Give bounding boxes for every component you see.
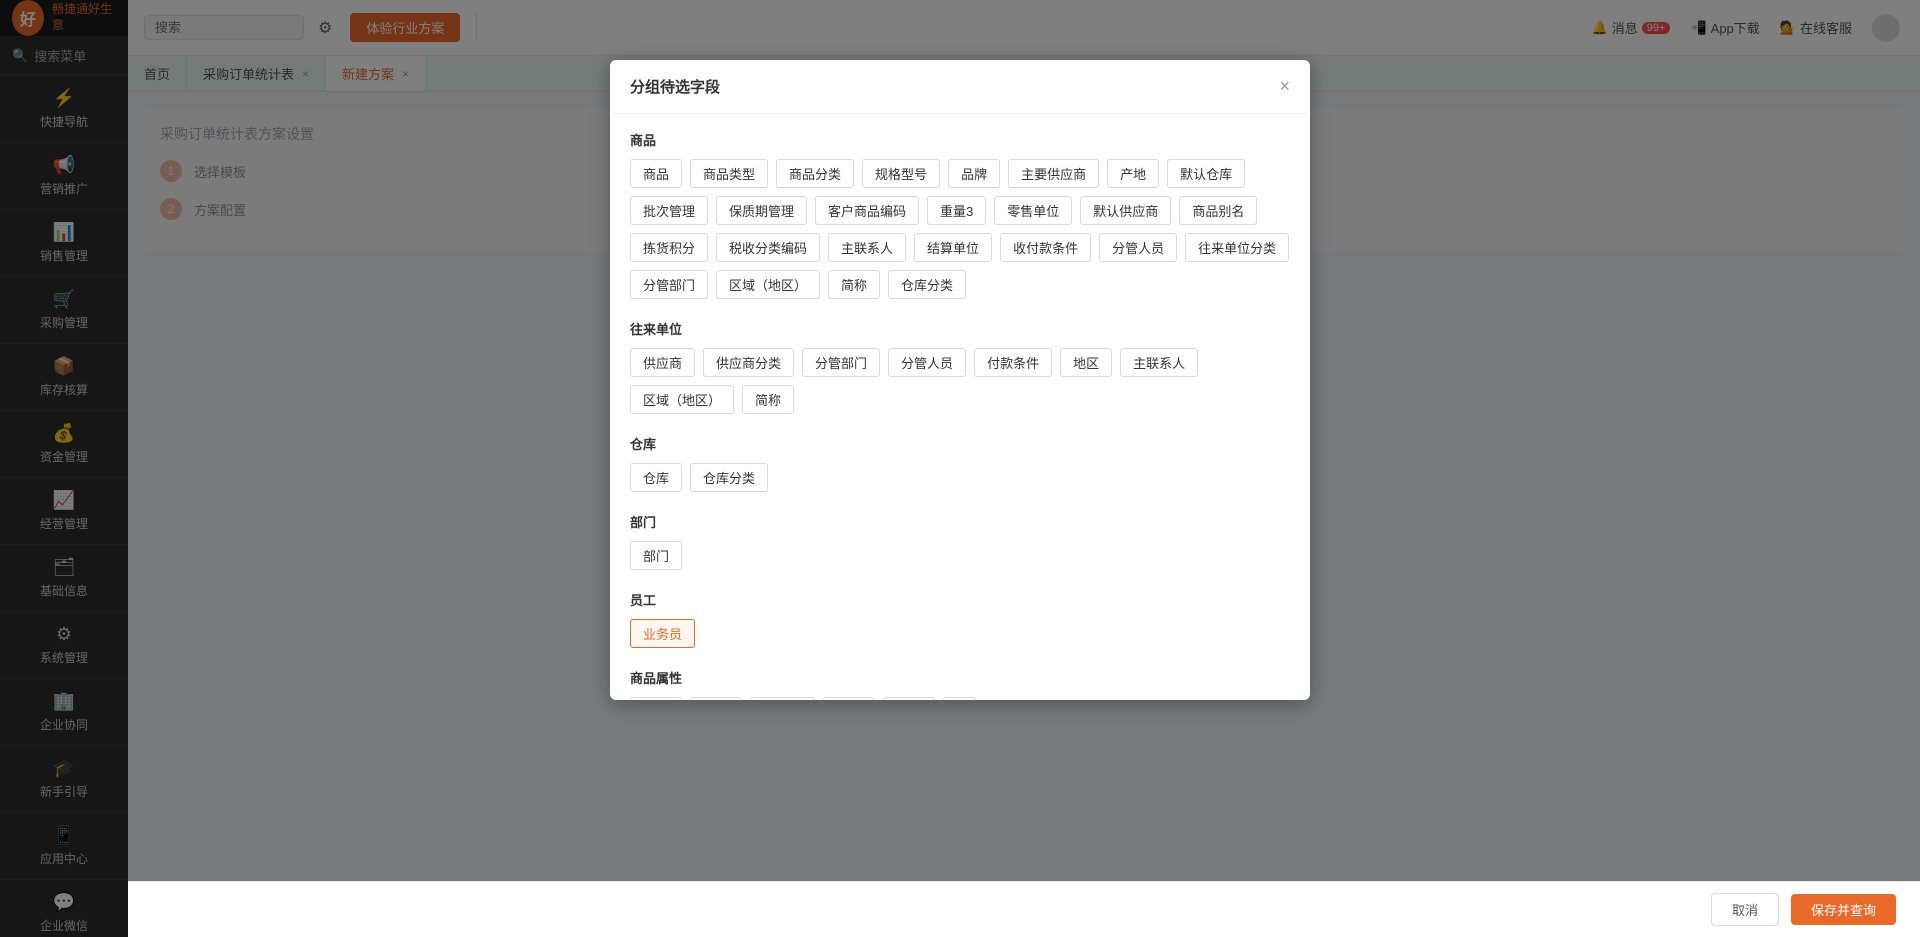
field-tag-main-contact[interactable]: 主联系人	[828, 233, 906, 262]
field-tag-warehouse[interactable]: 仓库	[630, 463, 682, 492]
field-tag-product-category[interactable]: 商品分类	[776, 159, 854, 188]
field-section-staff: 员工业务员	[630, 590, 1290, 648]
field-tag-region2[interactable]: 地区	[1060, 348, 1112, 377]
modal-close-button[interactable]: ×	[1279, 76, 1290, 97]
field-tag-multi-spec[interactable]: 多规格	[750, 697, 815, 700]
field-tag-region-area[interactable]: 区域（地区）	[630, 385, 734, 414]
field-tag-payment-cond[interactable]: 付款条件	[974, 348, 1052, 377]
field-tags-product-attr: 属性 颜色 多规格 尺码 鞋码 1	[630, 697, 1290, 700]
field-tag-expiry-management[interactable]: 保质期管理	[716, 196, 807, 225]
field-tag-supplier[interactable]: 供应商	[630, 348, 695, 377]
modal-overlay: 分组待选字段 × 商品商品商品类型商品分类规格型号品牌主要供应商产地默认仓库批次…	[0, 0, 1920, 937]
field-tag-batch-management[interactable]: 批次管理	[630, 196, 708, 225]
field-tag-main-contact2[interactable]: 主联系人	[1120, 348, 1198, 377]
field-tag-dept3[interactable]: 部门	[630, 541, 682, 570]
field-tag-default-warehouse[interactable]: 默认仓库	[1167, 159, 1245, 188]
field-tag-attribute[interactable]: 属性	[630, 697, 682, 700]
field-tag-source-unit-category[interactable]: 往来单位分类	[1185, 233, 1289, 262]
field-tag-weight3[interactable]: 重量3	[927, 196, 986, 225]
field-tags-counterpart: 供应商供应商分类分管部门分管人员付款条件地区主联系人区域（地区） 简称	[630, 348, 1290, 414]
field-section-title-staff: 员工	[630, 590, 1290, 609]
field-section-product: 商品商品商品类型商品分类规格型号品牌主要供应商产地默认仓库批次管理保质期管理客户…	[630, 130, 1290, 299]
modal-dialog: 分组待选字段 × 商品商品商品类型商品分类规格型号品牌主要供应商产地默认仓库批次…	[610, 60, 1310, 700]
modal-body: 商品商品商品类型商品分类规格型号品牌主要供应商产地默认仓库批次管理保质期管理客户…	[610, 114, 1310, 700]
field-tag-tax-code[interactable]: 税收分类编码	[716, 233, 820, 262]
field-section-title-warehouse: 仓库	[630, 434, 1290, 453]
cancel-button[interactable]: 取消	[1711, 893, 1779, 926]
field-tag-manager2[interactable]: 分管人员	[888, 348, 966, 377]
field-tag-retail-unit[interactable]: 零售单位	[994, 196, 1072, 225]
field-tag-dept[interactable]: 分管部门	[630, 270, 708, 299]
field-tag-supplier-category[interactable]: 供应商分类	[703, 348, 794, 377]
field-tag-color[interactable]: 颜色	[690, 697, 742, 700]
field-tag-dept2[interactable]: 分管部门	[802, 348, 880, 377]
field-section-product-attr: 商品属性属性 颜色 多规格 尺码 鞋码 1	[630, 668, 1290, 700]
field-tag-custom1[interactable]: 1	[943, 697, 976, 700]
modal-title: 分组待选字段	[630, 76, 720, 97]
field-tag-main-supplier[interactable]: 主要供应商	[1008, 159, 1099, 188]
field-tag-product[interactable]: 商品	[630, 159, 682, 188]
field-tags-product: 商品商品类型商品分类规格型号品牌主要供应商产地默认仓库批次管理保质期管理客户商品…	[630, 159, 1290, 299]
field-tag-pickup-points[interactable]: 拣货积分	[630, 233, 708, 262]
field-tag-payment-terms[interactable]: 收付款条件	[1000, 233, 1091, 262]
field-section-title-product-attr: 商品属性	[630, 668, 1290, 687]
field-tag-default-supplier[interactable]: 默认供应商	[1080, 196, 1171, 225]
field-tag-warehouse-category[interactable]: 仓库分类	[888, 270, 966, 299]
field-section-title-counterpart: 往来单位	[630, 319, 1290, 338]
field-tag-origin[interactable]: 产地	[1107, 159, 1159, 188]
field-section-dept-section: 部门部门	[630, 512, 1290, 570]
field-tag-size[interactable]: 尺码	[823, 697, 875, 700]
bottom-bar: 取消 保存并查询	[128, 881, 1920, 937]
save-query-button[interactable]: 保存并查询	[1791, 894, 1896, 925]
field-tags-warehouse: 仓库仓库分类	[630, 463, 1290, 492]
field-section-warehouse: 仓库仓库仓库分类	[630, 434, 1290, 492]
field-tag-warehouse-cat[interactable]: 仓库分类	[690, 463, 768, 492]
field-tag-short-name2[interactable]: 简称	[742, 385, 794, 414]
field-tag-salesperson[interactable]: 业务员	[630, 619, 695, 648]
field-tag-spec-type[interactable]: 规格型号	[862, 159, 940, 188]
field-tag-customer-code[interactable]: 客户商品编码	[815, 196, 919, 225]
field-tag-shoe-size[interactable]: 鞋码	[883, 697, 935, 700]
field-tag-short-name[interactable]: 简称	[828, 270, 880, 299]
field-tag-brand[interactable]: 品牌	[948, 159, 1000, 188]
field-tags-staff: 业务员	[630, 619, 1290, 648]
field-tag-region[interactable]: 区域（地区）	[716, 270, 820, 299]
field-section-title-dept-section: 部门	[630, 512, 1290, 531]
field-section-title-product: 商品	[630, 130, 1290, 149]
field-tag-manager[interactable]: 分管人员	[1099, 233, 1177, 262]
field-tags-dept-section: 部门	[630, 541, 1290, 570]
field-section-counterpart: 往来单位供应商供应商分类分管部门分管人员付款条件地区主联系人区域（地区） 简称	[630, 319, 1290, 414]
field-tag-settlement-unit[interactable]: 结算单位	[914, 233, 992, 262]
modal-header: 分组待选字段 ×	[610, 60, 1310, 114]
field-tag-alias[interactable]: 商品别名	[1179, 196, 1257, 225]
field-tag-product-type[interactable]: 商品类型	[690, 159, 768, 188]
